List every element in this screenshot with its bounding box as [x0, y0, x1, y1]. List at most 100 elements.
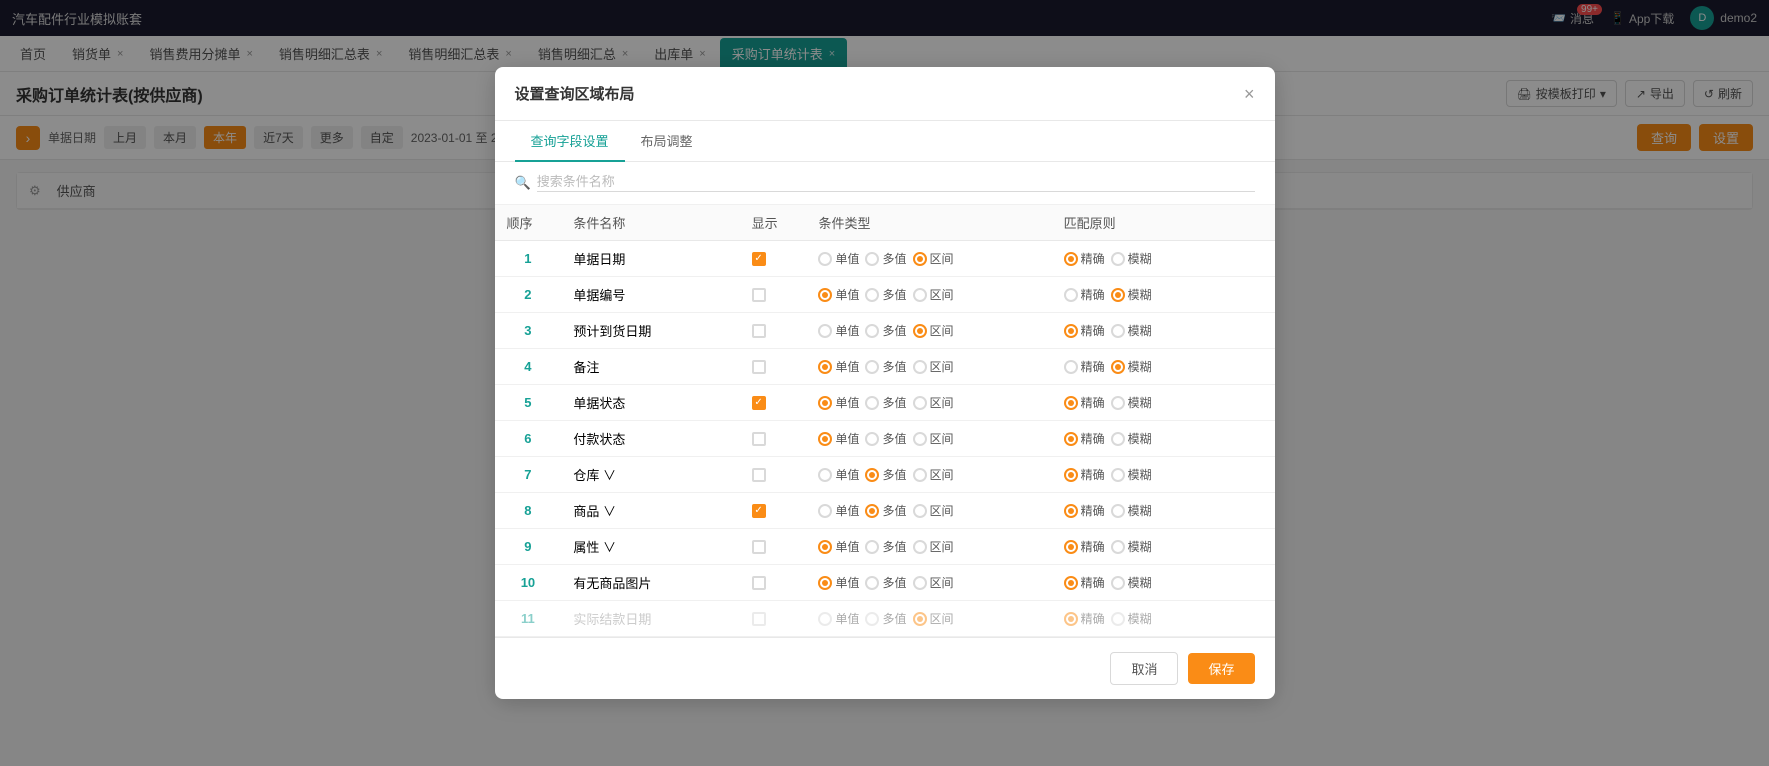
radio-match-match_precise-4[interactable]: 精确: [1064, 394, 1105, 411]
radio-match-match_fuzzy-10[interactable]: 模糊: [1111, 610, 1152, 627]
radio-type-type_multi-7[interactable]: 多值: [865, 502, 906, 519]
radio-type-type_range-7[interactable]: 区间: [913, 502, 954, 519]
table-row: 6付款状态单值多值区间精确模糊: [495, 421, 1275, 457]
radio-type-type_single-1[interactable]: 单值: [818, 286, 859, 303]
checkbox-0[interactable]: [752, 252, 766, 266]
radio-circle-9: [865, 576, 879, 590]
cancel-button[interactable]: 取消: [1110, 652, 1178, 685]
radio-match-match_fuzzy-1[interactable]: 模糊: [1111, 286, 1152, 303]
row-show-1[interactable]: [740, 277, 807, 313]
radio-type-type_single-4[interactable]: 单值: [818, 394, 859, 411]
radio-type-type_single-6[interactable]: 单值: [818, 466, 859, 483]
radio-type-type_single-10[interactable]: 单值: [818, 610, 859, 627]
radio-type-type_range-6[interactable]: 区间: [913, 466, 954, 483]
checkbox-9[interactable]: [752, 576, 766, 590]
radio-type-type_multi-6[interactable]: 多值: [865, 466, 906, 483]
radio-match-match_precise-9[interactable]: 精确: [1064, 574, 1105, 591]
radio-type-type_multi-2[interactable]: 多值: [865, 322, 906, 339]
row-show-9[interactable]: [740, 565, 807, 601]
radio-match-circle-6: [1111, 468, 1125, 482]
radio-label-0: 单值: [835, 250, 859, 267]
row-show-4[interactable]: [740, 385, 807, 421]
radio-type-type_multi-9[interactable]: 多值: [865, 574, 906, 591]
checkbox-3[interactable]: [752, 360, 766, 374]
radio-type-type_multi-3[interactable]: 多值: [865, 358, 906, 375]
radio-label-10: 单值: [835, 610, 859, 627]
radio-type-type_range-8[interactable]: 区间: [913, 538, 954, 555]
row-order-8: 9: [495, 529, 562, 565]
row-show-8[interactable]: [740, 529, 807, 565]
radio-match-match_precise-3[interactable]: 精确: [1064, 358, 1105, 375]
modal-overlay[interactable]: 设置查询区域布局 × 查询字段设置 布局调整 🔍 顺序 条件名称: [0, 0, 1769, 766]
radio-match-match_precise-7[interactable]: 精确: [1064, 502, 1105, 519]
radio-type-type_single-2[interactable]: 单值: [818, 322, 859, 339]
checkbox-7[interactable]: [752, 504, 766, 518]
checkbox-8[interactable]: [752, 540, 766, 554]
row-name-9: 有无商品图片: [561, 565, 739, 601]
radio-type-type_range-4[interactable]: 区间: [913, 394, 954, 411]
radio-type-type_multi-10[interactable]: 多值: [865, 610, 906, 627]
radio-type-type_single-9[interactable]: 单值: [818, 574, 859, 591]
row-show-6[interactable]: [740, 457, 807, 493]
radio-match-match_fuzzy-8[interactable]: 模糊: [1111, 538, 1152, 555]
radio-match-label-9: 模糊: [1128, 574, 1152, 591]
checkbox-4[interactable]: [752, 396, 766, 410]
modal-search-input[interactable]: [537, 174, 1255, 192]
radio-type-type_single-5[interactable]: 单值: [818, 430, 859, 447]
search-icon: 🔍: [515, 175, 531, 191]
row-show-5[interactable]: [740, 421, 807, 457]
radio-type-type_single-7[interactable]: 单值: [818, 502, 859, 519]
modal-close-button[interactable]: ×: [1244, 85, 1255, 103]
radio-type-type_range-10[interactable]: 区间: [913, 610, 954, 627]
radio-match-label-3: 精确: [1081, 358, 1105, 375]
checkbox-10[interactable]: [752, 612, 766, 626]
radio-match-match_fuzzy-3[interactable]: 模糊: [1111, 358, 1152, 375]
save-button[interactable]: 保存: [1188, 653, 1254, 684]
radio-type-type_multi-4[interactable]: 多值: [865, 394, 906, 411]
row-show-0[interactable]: [740, 241, 807, 277]
row-show-3[interactable]: [740, 349, 807, 385]
radio-type-type_single-8[interactable]: 单值: [818, 538, 859, 555]
checkbox-5[interactable]: [752, 432, 766, 446]
checkbox-6[interactable]: [752, 468, 766, 482]
radio-type-type_range-9[interactable]: 区间: [913, 574, 954, 591]
row-order-1: 2: [495, 277, 562, 313]
radio-match-match_fuzzy-6[interactable]: 模糊: [1111, 466, 1152, 483]
row-order-5: 6: [495, 421, 562, 457]
radio-type-type_multi-5[interactable]: 多值: [865, 430, 906, 447]
radio-match-match_precise-2[interactable]: 精确: [1064, 322, 1105, 339]
radio-match-match_fuzzy-5[interactable]: 模糊: [1111, 430, 1152, 447]
radio-match-circle-2: [1064, 324, 1078, 338]
modal-tab-layout[interactable]: 布局调整: [625, 121, 709, 162]
radio-match-match_fuzzy-9[interactable]: 模糊: [1111, 574, 1152, 591]
radio-type-type_multi-8[interactable]: 多值: [865, 538, 906, 555]
radio-type-type_range-0[interactable]: 区间: [913, 250, 954, 267]
checkbox-1[interactable]: [752, 288, 766, 302]
row-show-7[interactable]: [740, 493, 807, 529]
radio-match-match_fuzzy-2[interactable]: 模糊: [1111, 322, 1152, 339]
radio-type-type_multi-0[interactable]: 多值: [865, 250, 906, 267]
checkbox-2[interactable]: [752, 324, 766, 338]
radio-match-match_precise-1[interactable]: 精确: [1064, 286, 1105, 303]
radio-match-match_precise-8[interactable]: 精确: [1064, 538, 1105, 555]
radio-match-match_precise-0[interactable]: 精确: [1064, 250, 1105, 267]
radio-match-label-8: 精确: [1081, 538, 1105, 555]
radio-type-type_single-0[interactable]: 单值: [818, 250, 859, 267]
radio-match-match_fuzzy-4[interactable]: 模糊: [1111, 394, 1152, 411]
radio-match-match_precise-5[interactable]: 精确: [1064, 430, 1105, 447]
radio-match-match_precise-6[interactable]: 精确: [1064, 466, 1105, 483]
row-match-5: 精确模糊: [1052, 421, 1275, 457]
radio-match-match_fuzzy-0[interactable]: 模糊: [1111, 250, 1152, 267]
radio-type-type_range-1[interactable]: 区间: [913, 286, 954, 303]
radio-type-type_range-3[interactable]: 区间: [913, 358, 954, 375]
radio-type-type_range-2[interactable]: 区间: [913, 322, 954, 339]
row-match-10: 精确模糊: [1052, 601, 1275, 637]
radio-match-match_fuzzy-7[interactable]: 模糊: [1111, 502, 1152, 519]
row-show-2[interactable]: [740, 313, 807, 349]
radio-type-type_single-3[interactable]: 单值: [818, 358, 859, 375]
row-show-10[interactable]: [740, 601, 807, 637]
radio-type-type_range-5[interactable]: 区间: [913, 430, 954, 447]
modal-tab-query-fields[interactable]: 查询字段设置: [515, 121, 625, 162]
radio-type-type_multi-1[interactable]: 多值: [865, 286, 906, 303]
radio-match-match_precise-10[interactable]: 精确: [1064, 610, 1105, 627]
